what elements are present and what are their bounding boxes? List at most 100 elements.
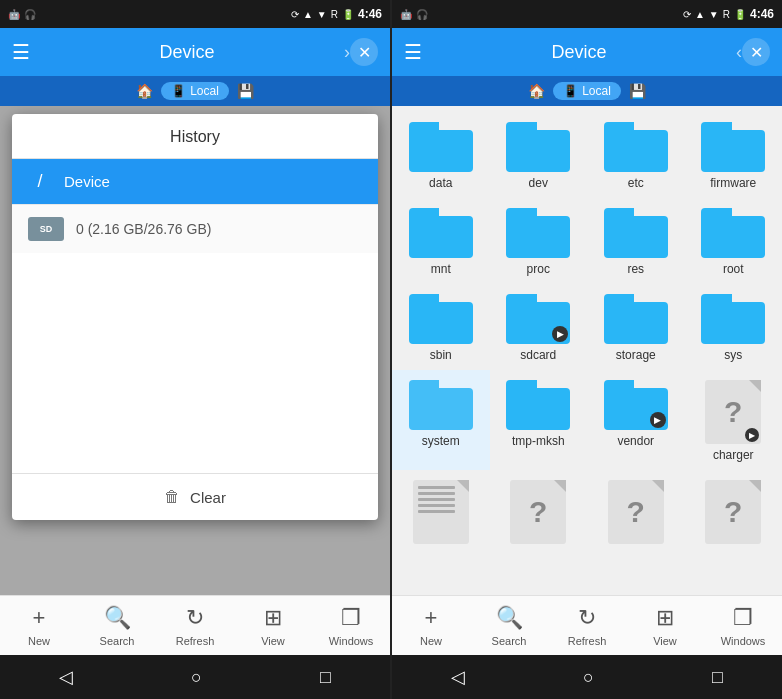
folder-icon-dev [506,122,570,172]
search-icon-left: 🔍 [104,605,131,631]
file-item-storage[interactable]: storage [587,284,685,370]
sd-icon-left: 💾 [237,83,254,99]
search-label-right: Search [492,635,527,647]
close-button-left[interactable]: ✕ [350,38,378,66]
refresh-icon-right: ↻ [578,605,596,631]
folder-icon-system [409,380,473,430]
history-item-device[interactable]: / Device [12,159,378,204]
file-grid: data dev etc firmware mnt proc [392,106,782,562]
local-icon-right: 📱 [563,84,578,98]
file-item-data[interactable]: data [392,112,490,198]
history-card: History / Device SD 0 (2.16 GB/26.76 GB)… [12,114,378,520]
local-icon-left: 📱 [171,84,186,98]
signal-icon: ▲ [303,9,313,20]
file-label-sbin: sbin [430,348,452,362]
folder-icon-firmware [701,122,765,172]
new-button-right[interactable]: + New [392,599,470,653]
rotation-icon: ⟳ [291,9,299,20]
file-item-unknown1[interactable]: ? [490,470,588,556]
back-button-left[interactable]: ◁ [39,658,93,696]
file-item-firmware[interactable]: firmware [685,112,783,198]
new-button-left[interactable]: + New [0,599,78,653]
refresh-button-right[interactable]: ↻ Refresh [548,599,626,653]
nav-title-left: Device [30,42,344,63]
file-label-proc: proc [527,262,550,276]
file-item-doc1[interactable] [392,470,490,556]
home-button-right[interactable]: ○ [563,659,614,696]
status-icons-right-left: 🤖 🎧 [400,9,428,20]
file-item-dev[interactable]: dev [490,112,588,198]
file-item-proc[interactable]: proc [490,198,588,284]
home-button-left[interactable]: ○ [171,659,222,696]
file-item-unknown2[interactable]: ? [587,470,685,556]
file-item-vendor[interactable]: ▶ vendor [587,370,685,470]
history-device-label: Device [64,173,110,190]
file-item-unknown3[interactable]: ? [685,470,783,556]
windows-button-left[interactable]: ❐ Windows [312,599,390,653]
wifi-icon: ▼ [317,9,327,20]
battery-icon: 🔋 [342,9,354,20]
nav-title-right: Device [422,42,736,63]
status-icons-right-right: ⟳ ▲ ▼ R 🔋 4:46 [683,7,774,21]
refresh-button-left[interactable]: ↻ Refresh [156,599,234,653]
file-item-sys[interactable]: sys [685,284,783,370]
file-item-tmp-mksh[interactable]: tmp-mksh [490,370,588,470]
back-button-right[interactable]: ◁ [431,658,485,696]
history-clear-button[interactable]: 🗑 Clear [12,473,378,520]
question-mark-3: ? [724,495,742,529]
folder-icon-sbin [409,294,473,344]
hamburger-icon-right[interactable]: ☰ [404,40,422,64]
location-pill-left[interactable]: 📱 Local [161,82,229,100]
view-icon-left: ⊞ [264,605,282,631]
unknown-icon-charger: ? ▶ [705,380,761,444]
content-area-left: sbin sdcard storage sys History / [0,106,390,595]
doc-line [418,492,455,495]
windows-icon-left: ❐ [341,605,361,631]
windows-button-right[interactable]: ❐ Windows [704,599,782,653]
file-label-dev: dev [529,176,548,190]
bottom-toolbar-left: + New 🔍 Search ↻ Refresh ⊞ View ❐ Window… [0,595,390,655]
android-icon-right: 🤖 [400,9,412,20]
location-bar-left: 🏠 📱 Local 💾 [0,76,390,106]
folder-icon-vendor: ▶ [604,380,668,430]
nav-bar-left: ☰ Device › ✕ [0,28,390,76]
windows-label-right: Windows [721,635,766,647]
recents-button-left[interactable]: □ [300,659,351,696]
search-button-left[interactable]: 🔍 Search [78,599,156,653]
file-item-mnt[interactable]: mnt [392,198,490,284]
file-label-root: root [723,262,744,276]
folder-icon-etc [604,122,668,172]
history-item-sdcard[interactable]: SD 0 (2.16 GB/26.76 GB) [12,204,378,253]
file-item-root[interactable]: root [685,198,783,284]
file-item-sdcard[interactable]: ▶ sdcard [490,284,588,370]
file-item-sbin[interactable]: sbin [392,284,490,370]
view-button-left[interactable]: ⊞ View [234,599,312,653]
status-icons-right: ⟳ ▲ ▼ R 🔋 4:46 [291,7,382,21]
sd-icon-right: 💾 [629,83,646,99]
folder-icon-res [604,208,668,258]
view-button-right[interactable]: ⊞ View [626,599,704,653]
file-label-firmware: firmware [710,176,756,190]
location-pill-right[interactable]: 📱 Local [553,82,621,100]
search-button-right[interactable]: 🔍 Search [470,599,548,653]
refresh-label-left: Refresh [176,635,215,647]
file-item-system[interactable]: system [392,370,490,470]
file-item-res[interactable]: res [587,198,685,284]
file-label-charger: charger [713,448,754,462]
status-time-left: 4:46 [358,7,382,21]
home-icon-left[interactable]: 🏠 [136,83,153,99]
close-button-right[interactable]: ✕ [742,38,770,66]
history-overlay: History / Device SD 0 (2.16 GB/26.76 GB)… [0,106,390,595]
recents-button-right[interactable]: □ [692,659,743,696]
left-panel: 🤖 🎧 ⟳ ▲ ▼ R 🔋 4:46 ☰ Device › ✕ 🏠 📱 Loca… [0,0,390,699]
file-item-etc[interactable]: etc [587,112,685,198]
question-mark-charger: ? [724,395,742,429]
new-label-right: New [420,635,442,647]
file-label-data: data [429,176,452,190]
status-time-right: 4:46 [750,7,774,21]
file-item-charger[interactable]: ? ▶ charger [685,370,783,470]
hamburger-icon-left[interactable]: ☰ [12,40,30,64]
android-icon: 🤖 [8,9,20,20]
search-label-left: Search [100,635,135,647]
home-icon-right[interactable]: 🏠 [528,83,545,99]
